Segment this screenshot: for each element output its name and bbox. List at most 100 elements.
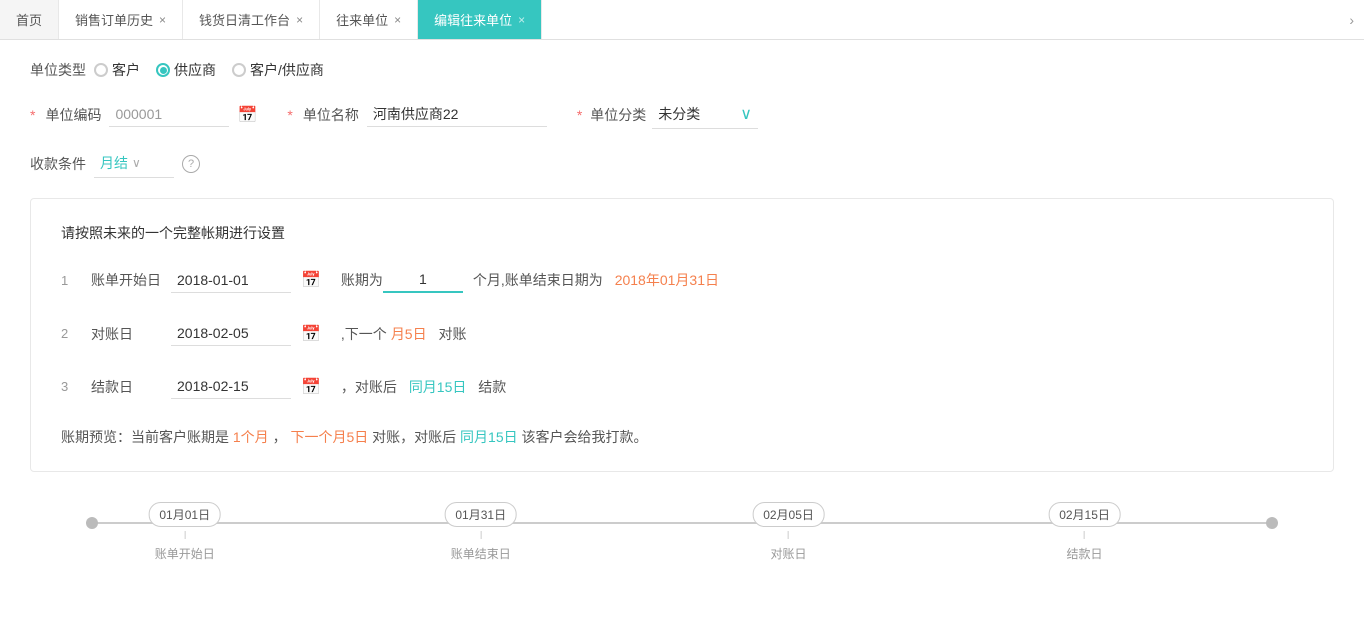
unit-category-arrow: ∨ bbox=[740, 104, 752, 124]
period-row-3-label: 结款日 bbox=[91, 377, 171, 397]
period-months-input[interactable] bbox=[383, 267, 463, 293]
period-row-1-suffix-post-text: 个月,账单结束日期为 bbox=[473, 270, 603, 290]
unit-name-label: 单位名称 bbox=[303, 105, 359, 125]
unit-category-star: * bbox=[577, 107, 582, 123]
unit-code-cal-icon[interactable]: 📅 bbox=[237, 105, 257, 125]
period-row-2-date[interactable] bbox=[171, 321, 291, 346]
unit-code-input[interactable] bbox=[109, 102, 229, 127]
radio-supplier-circle bbox=[156, 63, 170, 77]
period-row-1-suffix-pre: 账期为 bbox=[341, 270, 383, 290]
timeline-point-2-label: 账单结束日 bbox=[451, 545, 511, 562]
period-row-3: 3 结款日 📅 ，对账后 同月15日 结款 bbox=[61, 374, 1303, 399]
period-row-1-cal-icon[interactable]: 📅 bbox=[301, 270, 321, 290]
timeline-point-4: 02月15日 结款日 bbox=[1048, 502, 1121, 562]
unit-type-label: 单位类型 bbox=[30, 60, 86, 80]
radio-customer-label: 客户 bbox=[112, 60, 140, 80]
period-row-1-label: 账单开始日 bbox=[91, 270, 171, 290]
period-row-2-num: 2 bbox=[61, 326, 91, 341]
timeline-point-2-date: 01月31日 bbox=[444, 502, 517, 527]
unit-type-group: 单位类型 客户 供应商 客户/供应商 bbox=[30, 60, 324, 80]
payment-terms-label: 收款条件 bbox=[30, 154, 86, 174]
preview-part3: 同月15日 bbox=[460, 429, 518, 445]
period-row-1-suffix-post: 个月,账单结束日期为 2018年01月31日 bbox=[473, 270, 719, 290]
tab-cash-work-label: 钱货日清工作台 bbox=[199, 10, 290, 29]
period-row-3-post: 结款 bbox=[478, 377, 506, 397]
period-row-2-highlight: 月5日 bbox=[391, 324, 427, 344]
timeline-point-3: 02月05日 对账日 bbox=[752, 502, 825, 562]
preview-mid1: ， bbox=[273, 429, 287, 445]
preview-mid2: 对账，对账后 bbox=[372, 429, 456, 445]
tab-sales-history-close[interactable]: × bbox=[159, 13, 166, 27]
payment-terms-row: 收款条件 月结 ∨ ? bbox=[30, 149, 1334, 178]
payment-terms-value: 月结 bbox=[100, 153, 128, 173]
period-row-1-num: 1 bbox=[61, 273, 91, 288]
preview-text: 账期预览：当前客户账期是 1个月 ， 下一个月5日 对账，对账后 同月15日 该… bbox=[61, 427, 1303, 447]
expand-icon: › bbox=[1349, 12, 1354, 28]
tab-partner-units-label: 往来单位 bbox=[336, 10, 388, 29]
tab-cash-work[interactable]: 钱货日清工作台 × bbox=[183, 0, 320, 39]
timeline-point-3-label: 对账日 bbox=[771, 545, 807, 562]
period-row-3-num: 3 bbox=[61, 379, 91, 394]
payment-terms-select[interactable]: 月结 ∨ bbox=[94, 149, 174, 178]
timeline: 01月01日 账单开始日 01月31日 账单结束日 02月05日 对账日 02月… bbox=[90, 502, 1274, 582]
tab-sales-history-label: 销售订单历史 bbox=[75, 10, 153, 29]
timeline-point-4-date: 02月15日 bbox=[1048, 502, 1121, 527]
tab-home[interactable]: 首页 bbox=[0, 0, 59, 39]
period-row-3-cal-icon[interactable]: 📅 bbox=[301, 377, 321, 397]
timeline-point-2: 01月31日 账单结束日 bbox=[444, 502, 517, 562]
period-box-title: 请按照未来的一个完整帐期进行设置 bbox=[61, 223, 1303, 243]
unit-name-group: * 单位名称 bbox=[287, 102, 546, 127]
period-row-2-cal-icon[interactable]: 📅 bbox=[301, 324, 321, 344]
tab-edit-partner-close[interactable]: × bbox=[518, 13, 525, 27]
period-row-2-post: 对账 bbox=[439, 324, 467, 344]
tab-partner-units[interactable]: 往来单位 × bbox=[320, 0, 418, 39]
timeline-point-4-label: 结款日 bbox=[1067, 545, 1103, 562]
tab-edit-partner[interactable]: 编辑往来单位 × bbox=[418, 0, 542, 39]
radio-both-label: 客户/供应商 bbox=[250, 60, 324, 80]
unit-category-value: 未分类 bbox=[658, 104, 700, 124]
period-row-2-prefix: ,下一个 bbox=[341, 324, 387, 344]
period-row-1-date[interactable] bbox=[171, 268, 291, 293]
radio-supplier-label: 供应商 bbox=[174, 60, 216, 80]
radio-group: 客户 供应商 客户/供应商 bbox=[94, 60, 324, 80]
payment-terms-arrow: ∨ bbox=[132, 156, 141, 170]
unit-name-input[interactable] bbox=[367, 102, 547, 127]
timeline-dot-left bbox=[86, 517, 98, 529]
period-row-3-suffix: ，对账后 同月15日 结款 bbox=[341, 377, 506, 397]
tab-partner-units-close[interactable]: × bbox=[394, 13, 401, 27]
preview-part1: 1个月 bbox=[233, 429, 269, 445]
help-icon[interactable]: ? bbox=[182, 155, 200, 173]
radio-both-circle bbox=[232, 63, 246, 77]
period-row-3-date[interactable] bbox=[171, 374, 291, 399]
preview-part2: 下一个月5日 bbox=[290, 429, 368, 445]
tab-home-label: 首页 bbox=[16, 10, 42, 29]
timeline-dot-right bbox=[1266, 517, 1278, 529]
tab-sales-history[interactable]: 销售订单历史 × bbox=[59, 0, 183, 39]
tab-expand-button[interactable]: › bbox=[1339, 0, 1364, 39]
preview-suffix: 该客户会给我打款。 bbox=[522, 429, 648, 445]
unit-code-star: * bbox=[30, 107, 35, 123]
unit-category-select[interactable]: 未分类 ∨ bbox=[652, 100, 758, 129]
period-row-3-highlight: 同月15日 bbox=[409, 377, 467, 397]
period-row-1-highlight-date: 2018年01月31日 bbox=[615, 270, 719, 290]
period-row-1: 1 账单开始日 📅 账期为 个月,账单结束日期为 2018年01月31日 bbox=[61, 267, 1303, 293]
period-row-2: 2 对账日 📅 ,下一个月5日 对账 bbox=[61, 321, 1303, 346]
timeline-point-3-tick bbox=[788, 531, 789, 539]
period-row-1-suffix: 账期为 bbox=[341, 270, 383, 290]
preview-prefix: 账期预览：当前客户账期是 bbox=[61, 429, 229, 445]
main-content: 单位类型 客户 供应商 客户/供应商 * 单位编码 bbox=[0, 40, 1364, 622]
period-row-2-suffix: ,下一个月5日 对账 bbox=[341, 324, 467, 344]
radio-both[interactable]: 客户/供应商 bbox=[232, 60, 324, 80]
tab-edit-partner-label: 编辑往来单位 bbox=[434, 10, 512, 29]
tab-cash-work-close[interactable]: × bbox=[296, 13, 303, 27]
unit-code-label: 单位编码 bbox=[45, 105, 101, 125]
unit-category-label: 单位分类 bbox=[590, 105, 646, 125]
radio-supplier[interactable]: 供应商 bbox=[156, 60, 216, 80]
timeline-container: 01月01日 账单开始日 01月31日 账单结束日 02月05日 对账日 02月… bbox=[30, 472, 1334, 602]
timeline-point-1-tick bbox=[184, 531, 185, 539]
payment-terms-group: 收款条件 月结 ∨ ? bbox=[30, 149, 200, 178]
unit-details-row: * 单位编码 📅 * 单位名称 * 单位分类 未分类 ∨ bbox=[30, 100, 1334, 129]
radio-customer[interactable]: 客户 bbox=[94, 60, 140, 80]
unit-type-row: 单位类型 客户 供应商 客户/供应商 bbox=[30, 60, 1334, 80]
unit-code-group: * 单位编码 📅 bbox=[30, 102, 257, 127]
